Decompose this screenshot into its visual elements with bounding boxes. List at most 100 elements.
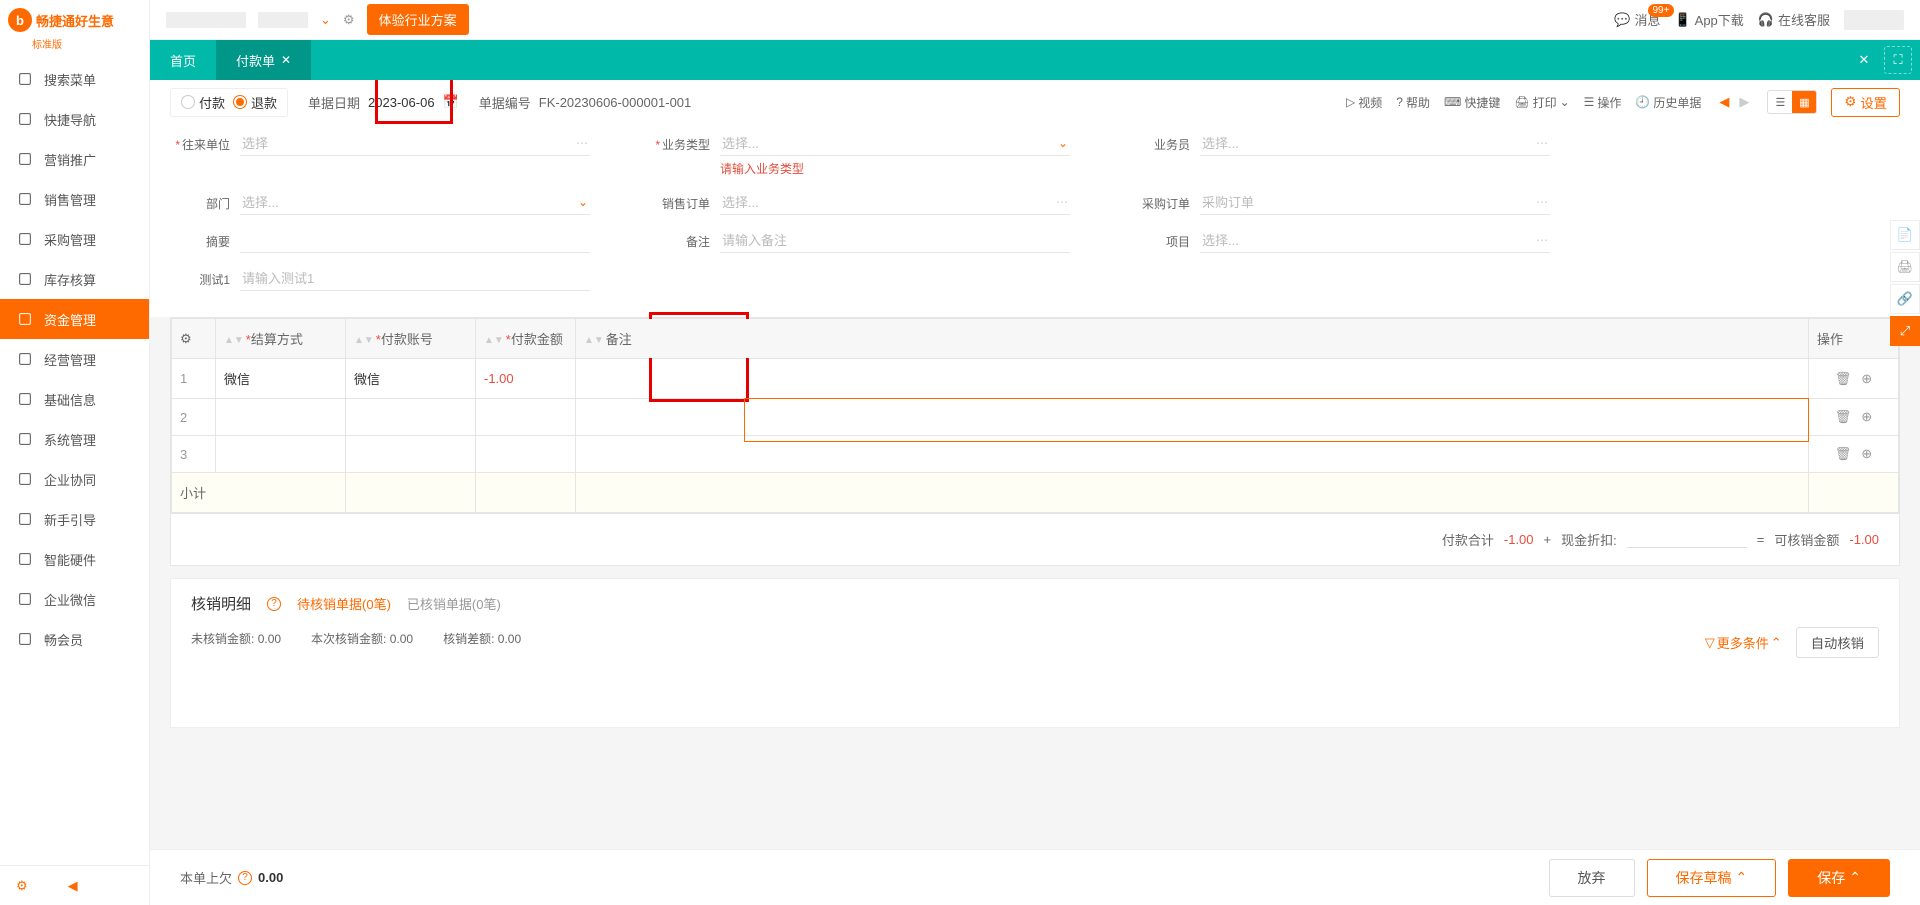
amount-cell[interactable]: -1.00 [476, 359, 576, 399]
settle-column-header[interactable]: ▲▼*结算方式 [216, 319, 346, 359]
remark-cell[interactable] [576, 436, 1809, 473]
amount-column-header[interactable]: ▲▼*付款金额 [476, 319, 576, 359]
add-row-icon[interactable]: ⊕ [1861, 446, 1872, 462]
settings-button[interactable]: ⚙ 设置 [1831, 88, 1900, 117]
sale-order-input[interactable] [720, 191, 1070, 215]
chevron-down-icon[interactable]: ⌄ [1058, 136, 1068, 150]
fullscreen-icon[interactable]: ⛶ [1884, 46, 1912, 74]
dots-icon[interactable]: ⋯ [1536, 233, 1548, 247]
clerk-input[interactable] [1200, 132, 1550, 156]
sidebar-item-home[interactable]: 快捷导航 [0, 99, 149, 139]
dots-icon[interactable]: ⋯ [1056, 195, 1068, 209]
remark-column-header[interactable]: ▲▼备注 [576, 319, 1809, 359]
trial-button[interactable]: 体验行业方案 [367, 4, 469, 35]
account-cell[interactable] [346, 436, 476, 473]
save-draft-button[interactable]: 保存草稿 ⌃ [1647, 859, 1777, 897]
help-icon[interactable]: ? [267, 597, 281, 611]
table-row[interactable]: 3🗑⊕ [172, 436, 1899, 473]
biztype-input[interactable] [720, 132, 1070, 156]
dots-icon[interactable]: ⋯ [1536, 195, 1548, 209]
print-link[interactable]: 🖨 打印 ⌄ [1514, 94, 1569, 111]
app-download-link[interactable]: 📱 App下载 [1674, 10, 1743, 29]
sidebar-item-building[interactable]: 企业协同 [0, 459, 149, 499]
messages-link[interactable]: 💬 消息 99+ [1614, 10, 1660, 29]
sidebar-item-clipboard[interactable]: 经营管理 [0, 339, 149, 379]
tab-done-writeoff[interactable]: 已核销单据(0笔) [407, 594, 501, 613]
settle-cell[interactable] [216, 436, 346, 473]
tab-home[interactable]: 首页 [150, 40, 216, 80]
sidebar-item-grid[interactable]: 基础信息 [0, 379, 149, 419]
account-cell[interactable]: 微信 [346, 359, 476, 399]
remark-cell[interactable] [576, 359, 1809, 399]
sidebar-item-chip[interactable]: 智能硬件 [0, 539, 149, 579]
settings-icon[interactable]: ⚙ [16, 878, 28, 894]
video-link[interactable]: ▷ 视频 [1346, 94, 1382, 111]
remark-input[interactable] [720, 229, 1070, 253]
gear-column-header[interactable]: ⚙ [172, 319, 216, 359]
account-cell[interactable] [346, 399, 476, 436]
delete-row-icon[interactable]: 🗑 [1835, 446, 1852, 462]
float-print-icon[interactable]: 🖨 [1890, 252, 1920, 282]
view-list[interactable]: ☰ [1768, 91, 1792, 113]
collapse-icon[interactable]: ◀ [68, 878, 78, 894]
next-doc-arrow[interactable]: ▶ [1735, 93, 1753, 111]
history-link[interactable]: 🕘 历史单据 [1635, 94, 1701, 111]
doc-date-field[interactable]: 单据日期 2023-06-06 📅 [308, 93, 459, 112]
table-row[interactable]: 1微信微信-1.00🗑⊕ [172, 359, 1899, 399]
help-icon[interactable]: ? [238, 871, 252, 885]
help-link[interactable]: ? 帮助 [1396, 94, 1430, 111]
sidebar-item-vip[interactable]: 畅会员 [0, 619, 149, 659]
project-input[interactable] [1200, 229, 1550, 253]
account-column-header[interactable]: ▲▼*付款账号 [346, 319, 476, 359]
amount-cell[interactable] [476, 436, 576, 473]
float-expand-icon[interactable]: ⤢ [1890, 316, 1920, 346]
summary-input[interactable] [240, 229, 590, 253]
prev-doc-arrow[interactable]: ◀ [1715, 93, 1733, 111]
amount-cell[interactable] [476, 399, 576, 436]
purchase-order-input[interactable] [1200, 191, 1550, 215]
sidebar-item-tag[interactable]: 销售管理 [0, 179, 149, 219]
dots-icon[interactable]: ⋯ [1536, 136, 1548, 150]
float-link-icon[interactable]: 🔗 [1890, 284, 1920, 314]
radio-payment[interactable]: 付款 [181, 93, 225, 112]
sidebar-item-money[interactable]: 资金管理 [0, 299, 149, 339]
delete-row-icon[interactable]: 🗑 [1835, 409, 1852, 425]
radio-refund[interactable]: 退款 [233, 93, 277, 112]
close-icon[interactable]: ✕ [281, 53, 291, 67]
tab-payment[interactable]: 付款单 ✕ [216, 40, 311, 80]
dept-input[interactable] [240, 191, 590, 215]
view-card[interactable]: ▦ [1792, 91, 1816, 113]
discount-input[interactable] [1627, 532, 1747, 548]
add-row-icon[interactable]: ⊕ [1861, 371, 1872, 387]
dots-icon[interactable]: ⋯ [576, 136, 588, 150]
online-service-link[interactable]: 🎧 在线客服 [1758, 10, 1830, 29]
sidebar-item-wechat[interactable]: 企业微信 [0, 579, 149, 619]
add-row-icon[interactable]: ⊕ [1861, 409, 1872, 425]
operate-link[interactable]: ☰ 操作 [1584, 94, 1622, 111]
sidebar-item-search[interactable]: 搜索菜单 [0, 59, 149, 99]
sidebar-item-refresh[interactable]: 系统管理 [0, 419, 149, 459]
sidebar-item-flag[interactable]: 新手引导 [0, 499, 149, 539]
shortcut-link[interactable]: ⌨ 快捷键 [1444, 94, 1500, 111]
auto-writeoff-button[interactable]: 自动核销 [1796, 627, 1879, 658]
tab-close-all[interactable]: ✕ [1850, 46, 1878, 74]
org-selector[interactable]: ⌄ [166, 12, 331, 28]
table-row[interactable]: 2🗑⊕ [172, 399, 1899, 436]
user-avatar[interactable] [1844, 10, 1904, 30]
unit-input[interactable] [240, 132, 590, 156]
settle-cell[interactable] [216, 399, 346, 436]
more-conditions-link[interactable]: ▽ 更多条件 ⌃ [1705, 633, 1782, 652]
delete-row-icon[interactable]: 🗑 [1835, 371, 1852, 387]
chevron-down-icon[interactable]: ⌄ [578, 195, 588, 209]
discard-button[interactable]: 放弃 [1549, 859, 1635, 897]
sidebar-item-megaphone[interactable]: 营销推广 [0, 139, 149, 179]
settle-cell[interactable]: 微信 [216, 359, 346, 399]
tab-pending-writeoff[interactable]: 待核销单据(0笔) [297, 594, 391, 613]
remark-cell[interactable] [576, 399, 1809, 436]
save-button[interactable]: 保存 ⌃ [1788, 859, 1890, 897]
gear-icon[interactable]: ⚙ [343, 12, 355, 28]
sidebar-item-cart[interactable]: 采购管理 [0, 219, 149, 259]
sidebar-item-warehouse[interactable]: 库存核算 [0, 259, 149, 299]
float-note-icon[interactable]: 📄 [1890, 220, 1920, 250]
test1-input[interactable] [240, 267, 590, 291]
